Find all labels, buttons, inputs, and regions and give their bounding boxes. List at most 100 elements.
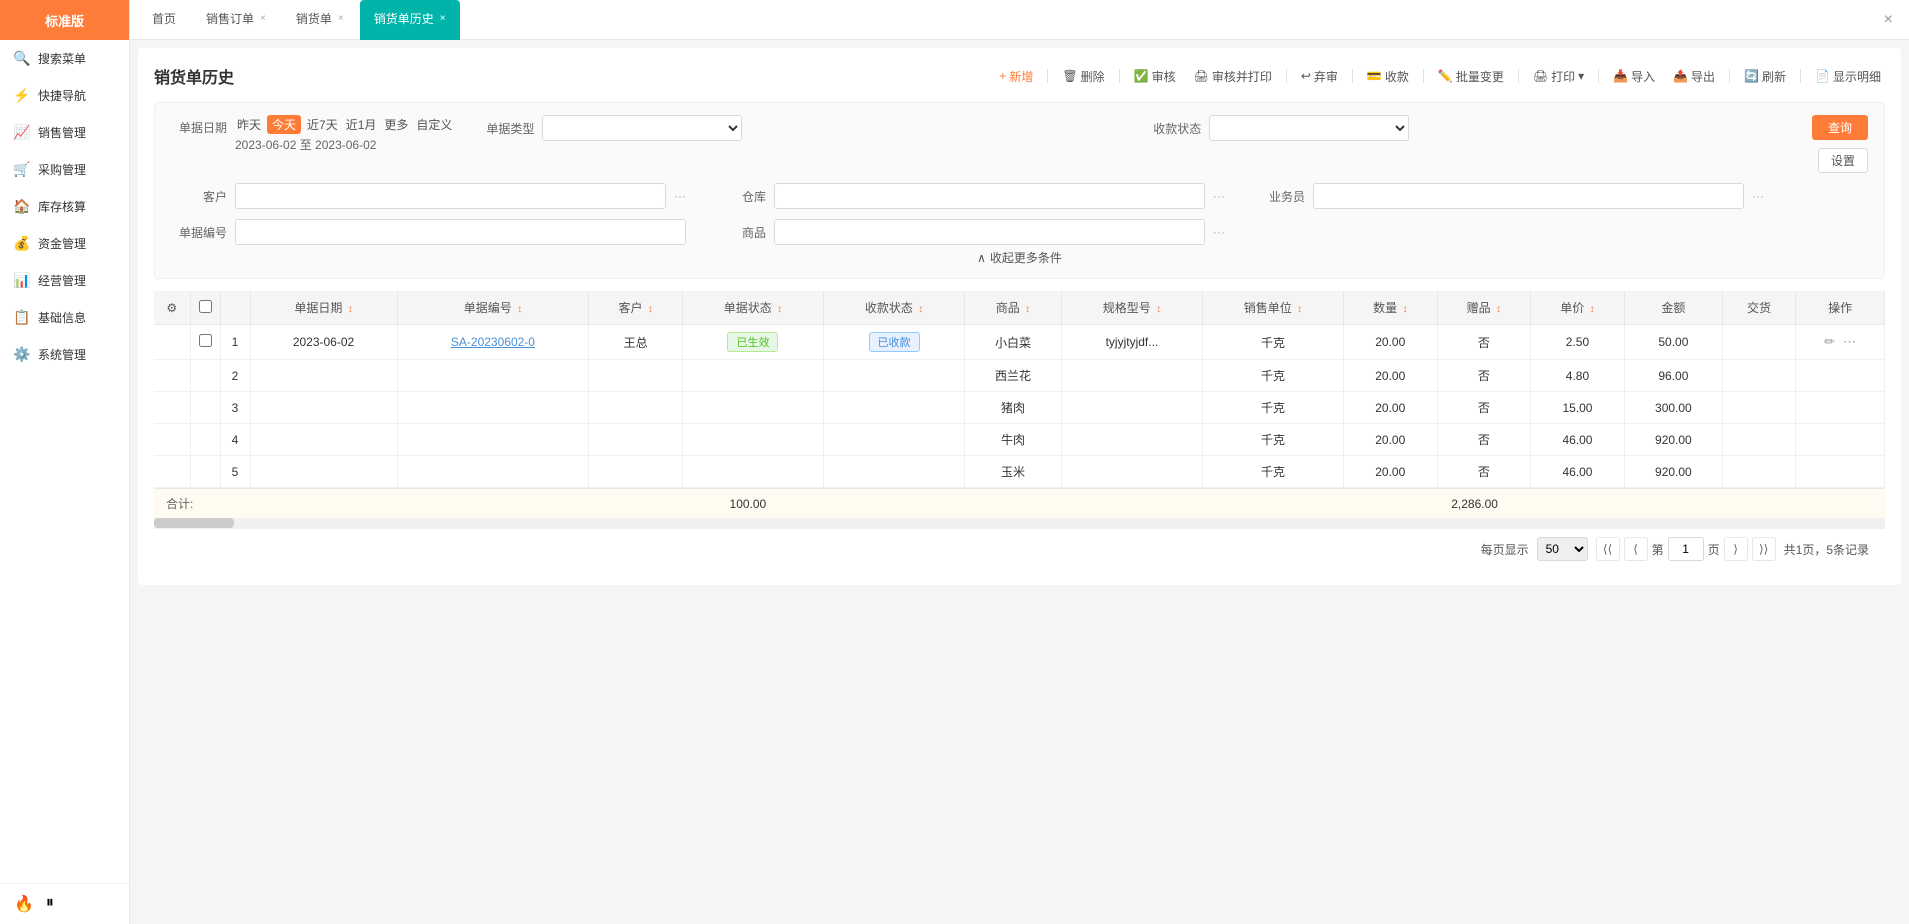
row-doc-no[interactable]: SA-20230602-0 xyxy=(397,325,589,360)
close-icon[interactable]: × xyxy=(338,13,344,24)
goods-picker[interactable]: ··· xyxy=(1213,225,1225,239)
col-doc-no[interactable]: 单据编号 ↕ xyxy=(397,291,589,325)
col-collect-status[interactable]: 收款状态 ↕ xyxy=(824,291,965,325)
select-all-checkbox[interactable] xyxy=(199,300,212,313)
row-checkbox-cell[interactable] xyxy=(190,424,220,456)
next-page-button[interactable]: ⟩ xyxy=(1724,537,1748,561)
row-gift: 否 xyxy=(1437,325,1531,360)
tab-sales-history[interactable]: 销货单历史 × xyxy=(360,0,460,40)
audit-print-button[interactable]: 🖨 审核并打印 xyxy=(1190,66,1276,87)
close-icon[interactable]: × xyxy=(260,13,266,24)
sidebar-item-operations[interactable]: 📊 经营管理 xyxy=(0,262,129,299)
col-doc-status[interactable]: 单据状态 ↕ xyxy=(682,291,823,325)
page-title: 销货单历史 xyxy=(154,64,234,88)
query-button[interactable]: 查询 xyxy=(1812,115,1868,140)
col-gift-label: 赠品 xyxy=(1467,301,1491,315)
set-button[interactable]: 设置 xyxy=(1818,148,1868,173)
batch-change-button[interactable]: ✏️ 批量变更 xyxy=(1434,66,1508,87)
customer-label: 客户 xyxy=(171,188,227,205)
pause-icon[interactable]: ⏸ xyxy=(46,894,54,914)
shortcut-1month[interactable]: 近1月 xyxy=(344,115,379,134)
delete-icon: 🗑 xyxy=(1062,69,1077,83)
print-button[interactable]: 🖨 打印 ▾ xyxy=(1529,66,1588,87)
collect-status-select[interactable] xyxy=(1209,115,1409,141)
shortcut-custom[interactable]: 自定义 xyxy=(414,115,454,134)
row-collect-status xyxy=(824,424,965,456)
col-date[interactable]: 单据日期 ↕ xyxy=(250,291,397,325)
page-size-select[interactable]: 50 100 200 xyxy=(1537,537,1588,561)
import-button[interactable]: 📥 导入 xyxy=(1609,66,1659,87)
close-icon[interactable]: × xyxy=(440,13,446,24)
shortcut-7days[interactable]: 近7天 xyxy=(305,115,340,134)
col-unit-price[interactable]: 单价 ↕ xyxy=(1531,291,1625,325)
col-settings[interactable]: ⚙ xyxy=(154,291,190,325)
customer-picker[interactable]: ··· xyxy=(674,189,686,203)
goods-input[interactable] xyxy=(774,219,1205,245)
warehouse-input[interactable] xyxy=(774,183,1205,209)
warehouse-picker[interactable]: ··· xyxy=(1213,189,1225,203)
tab-sales-order-label: 销售订单 xyxy=(206,10,254,27)
delete-button[interactable]: 🗑 删除 xyxy=(1058,66,1108,87)
tab-home[interactable]: 首页 xyxy=(138,0,190,40)
row-checkbox-cell[interactable] xyxy=(190,360,220,392)
tab-sales-delivery[interactable]: 销货单 × xyxy=(282,0,358,40)
collapse-filter-button[interactable]: ∧ 收起更多条件 xyxy=(171,249,1868,266)
action-icons: ✏⋯ xyxy=(1802,334,1878,350)
refresh-button[interactable]: 🔄 刷新 xyxy=(1740,66,1790,87)
new-button[interactable]: + 新增 xyxy=(995,66,1037,87)
shortcut-today[interactable]: 今天 xyxy=(267,115,301,134)
doc-no-link[interactable]: SA-20230602-0 xyxy=(451,335,535,349)
more-icon[interactable]: ⋯ xyxy=(1843,334,1856,350)
shortcut-more[interactable]: 更多 xyxy=(382,115,410,134)
salesperson-input[interactable] xyxy=(1313,183,1744,209)
tab-sales-order[interactable]: 销售订单 × xyxy=(192,0,280,40)
sidebar-item-finance[interactable]: 💰 资金管理 xyxy=(0,225,129,262)
col-unit[interactable]: 销售单位 ↕ xyxy=(1202,291,1343,325)
col-goods[interactable]: 商品 ↕ xyxy=(965,291,1062,325)
audit-button[interactable]: ✅ 审核 xyxy=(1130,66,1180,87)
horizontal-scrollbar[interactable] xyxy=(154,518,1885,528)
close-all-tabs[interactable]: × xyxy=(1876,11,1901,29)
col-doc-status-label: 单据状态 xyxy=(724,301,772,315)
show-detail-button[interactable]: 📄 显示明细 xyxy=(1811,66,1885,87)
customer-input[interactable] xyxy=(235,183,666,209)
sidebar-item-inventory[interactable]: 🏠 库存核算 xyxy=(0,188,129,225)
export-button[interactable]: 📤 导出 xyxy=(1669,66,1719,87)
fire-icon[interactable]: 🔥 xyxy=(14,894,34,914)
row-checkbox[interactable] xyxy=(199,334,212,347)
col-unit-price-label: 单价 xyxy=(1560,301,1584,315)
prev-page-button[interactable]: ⟨ xyxy=(1624,537,1648,561)
sidebar-item-sales[interactable]: 📈 销售管理 xyxy=(0,114,129,151)
shortcut-yesterday[interactable]: 昨天 xyxy=(235,115,263,134)
doc-type-select[interactable] xyxy=(542,115,742,141)
sidebar-item-quicknav[interactable]: ⚡ 快捷导航 xyxy=(0,77,129,114)
edit-icon[interactable]: ✏ xyxy=(1824,334,1835,350)
page-size-label: 每页显示 xyxy=(1481,541,1529,558)
scrollbar-thumb[interactable] xyxy=(154,518,234,528)
salesperson-label: 业务员 xyxy=(1249,188,1305,205)
first-page-button[interactable]: ⟨⟨ xyxy=(1596,537,1620,561)
last-page-button[interactable]: ⟩⟩ xyxy=(1752,537,1776,561)
row-settings-icon xyxy=(154,424,190,456)
col-customer[interactable]: 客户 ↕ xyxy=(589,291,683,325)
abandon-button[interactable]: ↩ 弃审 xyxy=(1297,66,1342,87)
sidebar-item-purchase[interactable]: 🛒 采购管理 xyxy=(0,151,129,188)
divider xyxy=(1800,69,1801,83)
row-collect-status xyxy=(824,360,965,392)
sidebar-item-search[interactable]: 🔍 搜索菜单 xyxy=(0,40,129,77)
row-checkbox-cell[interactable] xyxy=(190,392,220,424)
doc-no-input[interactable] xyxy=(235,219,686,245)
row-checkbox-cell[interactable] xyxy=(190,456,220,488)
total-qty: 100.00 xyxy=(580,497,915,511)
salesperson-picker[interactable]: ··· xyxy=(1752,189,1764,203)
col-gift[interactable]: 赠品 ↕ xyxy=(1437,291,1531,325)
sidebar-item-system[interactable]: ⚙️ 系统管理 xyxy=(0,336,129,373)
row-gift: 否 xyxy=(1437,456,1531,488)
col-spec[interactable]: 规格型号 ↕ xyxy=(1061,291,1202,325)
table-row: 5 玉米 千克 20.00 否 46.00 920.00 xyxy=(154,456,1885,488)
page-number-input[interactable] xyxy=(1668,537,1704,561)
col-qty[interactable]: 数量 ↕ xyxy=(1343,291,1437,325)
sidebar-item-basicinfo[interactable]: 📋 基础信息 xyxy=(0,299,129,336)
row-checkbox-cell[interactable] xyxy=(190,325,220,360)
collect-button[interactable]: 💳 收款 xyxy=(1363,66,1413,87)
